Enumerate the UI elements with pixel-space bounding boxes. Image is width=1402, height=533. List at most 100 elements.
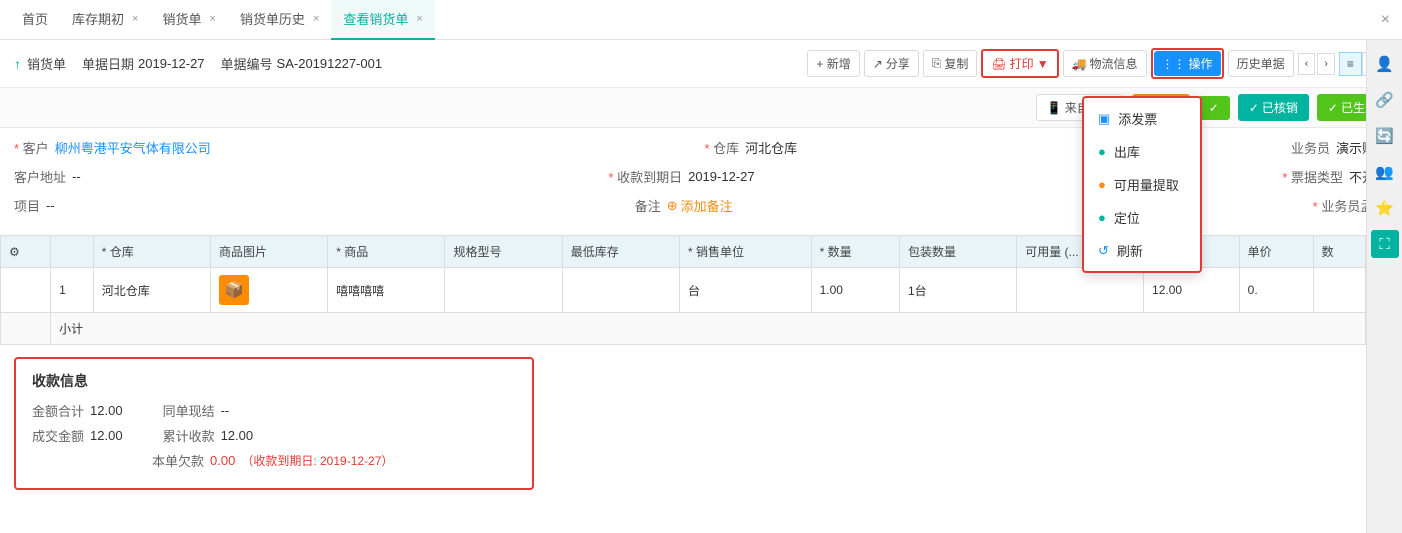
tab-inventory-close[interactable]: × bbox=[132, 13, 138, 25]
total-amount-label: 金额合计 bbox=[32, 401, 84, 420]
operation-dropdown: ▣ 添发票 ● 出库 ● 可用量提取 ● 定位 ↺ 刷新 bbox=[1082, 96, 1202, 273]
customer-addr-value: -- bbox=[72, 169, 81, 184]
refresh-icon: ↺ bbox=[1098, 243, 1109, 259]
tab-home[interactable]: 首页 bbox=[10, 0, 60, 40]
tab-bar: 首页 库存期初 × 销货单 × 销货单历史 × 查看销货单 × × bbox=[0, 0, 1402, 40]
verified-icon: ✓ bbox=[1249, 101, 1259, 115]
print-button[interactable]: 🖨 打印 ▼ bbox=[981, 49, 1058, 78]
sidebar-star-icon[interactable]: ⭐ bbox=[1371, 194, 1399, 222]
doc-type-label: 销货单 bbox=[27, 54, 66, 73]
payment-row-1: 金额合计 12.00 同单现结 -- bbox=[32, 401, 516, 420]
transaction-amount-label: 成交金额 bbox=[32, 426, 84, 445]
wuliu-button-label: 物流信息 bbox=[1090, 55, 1138, 72]
window-close-button[interactable]: × bbox=[1381, 11, 1390, 29]
current-receivable-value: 0.00 bbox=[210, 453, 235, 468]
sidebar-expand-icon[interactable]: ⛶ bbox=[1371, 230, 1399, 258]
caozuo-button[interactable]: ⋮⋮ 操作 bbox=[1154, 51, 1221, 76]
share-button[interactable]: ↗ 分享 bbox=[864, 50, 919, 77]
next-arrow[interactable]: › bbox=[1317, 53, 1335, 75]
same-order-item: 同单现结 -- bbox=[163, 401, 230, 420]
row-available-cell bbox=[1017, 268, 1144, 313]
refresh-item[interactable]: ↺ 刷新 bbox=[1084, 234, 1200, 267]
truck-icon: 🚚 bbox=[1072, 57, 1087, 71]
col-amount: 数 bbox=[1313, 236, 1365, 268]
ticket-type-label: 票据类型 bbox=[1282, 167, 1343, 186]
warehouse-field: 仓库 河北仓库 bbox=[704, 138, 797, 157]
project-field: 项目 -- bbox=[14, 196, 55, 215]
copy-icon: ⎘ bbox=[932, 56, 942, 71]
prev-arrow[interactable]: ‹ bbox=[1298, 53, 1316, 75]
tab-inventory[interactable]: 库存期初 × bbox=[60, 0, 150, 40]
outbound-item[interactable]: ● 出库 bbox=[1084, 135, 1200, 168]
bottom-info: 收款信息 金额合计 12.00 同单现结 -- 成交金额 12.00 累计收款 bbox=[0, 345, 1402, 502]
already-verified-button[interactable]: ✓ 已核销 bbox=[1238, 94, 1309, 121]
receivable-note: （收款到期日: 2019-12-27） bbox=[241, 452, 393, 469]
tab-view-sales[interactable]: 查看销货单 × bbox=[331, 0, 434, 40]
col-settings[interactable]: ⚙ bbox=[1, 236, 51, 268]
user-icon: 👥 bbox=[1375, 163, 1394, 181]
toolbar: + 新增 ↗ 分享 ⎘ 复制 🖨 打印 ▼ 🚚 物流信息 ⋮⋮ bbox=[807, 48, 1388, 79]
doc-title-section: ↑ 销货单 bbox=[14, 54, 66, 73]
cumulative-payment-item: 累计收款 12.00 bbox=[163, 426, 254, 445]
plus-icon: ⊕ bbox=[667, 198, 678, 214]
customer-value[interactable]: 柳州粤港平安气体有限公司 bbox=[55, 138, 211, 157]
checkmark-button[interactable]: ✓ bbox=[1198, 96, 1230, 120]
col-quantity: * 数量 bbox=[811, 236, 899, 268]
available-qty-label: 可用量提取 bbox=[1114, 175, 1179, 194]
col-product-img: 商品图片 bbox=[211, 236, 328, 268]
list-view-button[interactable]: ≡ bbox=[1339, 52, 1362, 76]
sidebar-link-icon[interactable]: 🔗 bbox=[1371, 86, 1399, 114]
available-qty-item[interactable]: ● 可用量提取 bbox=[1084, 168, 1200, 201]
new-button[interactable]: + 新增 bbox=[807, 50, 859, 77]
row-spec-cell bbox=[445, 268, 562, 313]
project-value: -- bbox=[46, 198, 55, 213]
add-note-button[interactable]: ⊕ 添加备注 bbox=[667, 196, 733, 215]
tab-sales-label: 销货单 bbox=[162, 9, 201, 28]
tab-sales-close[interactable]: × bbox=[209, 13, 215, 25]
sidebar-rotate-icon[interactable]: 🔄 bbox=[1371, 122, 1399, 150]
row-product-cell: 嘻嘻嘻嘻 bbox=[328, 268, 445, 313]
payment-card: 收款信息 金额合计 12.00 同单现结 -- 成交金额 12.00 累计收款 bbox=[14, 357, 534, 490]
copy-button[interactable]: ⎘ 复制 bbox=[923, 50, 978, 77]
sales-order-icon: ↑ bbox=[14, 56, 21, 72]
note-label: 备注 bbox=[635, 196, 661, 215]
tab-sales-history[interactable]: 销货单历史 × bbox=[228, 0, 331, 40]
already-verified-label: 已核销 bbox=[1262, 99, 1298, 116]
print-button-label: 打印 bbox=[1010, 55, 1034, 72]
col-product: * 商品 bbox=[328, 236, 445, 268]
current-receivable-item: 本单欠款 0.00 （收款到期日: 2019-12-27） bbox=[152, 451, 393, 470]
available-qty-icon: ● bbox=[1098, 177, 1106, 192]
total-amount-value: 12.00 bbox=[90, 403, 123, 418]
payment-title: 收款信息 bbox=[32, 371, 516, 391]
row-amount-cell bbox=[1313, 268, 1365, 313]
row-num-cell: 1 bbox=[51, 268, 94, 313]
contacts-icon: 👤 bbox=[1375, 55, 1394, 73]
tab-view-sales-close[interactable]: × bbox=[416, 13, 422, 25]
share-icon: ↗ bbox=[873, 57, 883, 71]
sidebar-contacts-icon[interactable]: 👤 bbox=[1371, 50, 1399, 78]
lishi-button-label: 历史单据 bbox=[1237, 55, 1285, 72]
add-invoice-item[interactable]: ▣ 添发票 bbox=[1084, 102, 1200, 135]
doc-date-label: 单据日期 bbox=[82, 54, 134, 73]
locate-item[interactable]: ● 定位 bbox=[1084, 201, 1200, 234]
effective-icon: ✓ bbox=[1328, 101, 1338, 115]
rotate-icon: 🔄 bbox=[1375, 127, 1394, 145]
transaction-amount-value: 12.00 bbox=[90, 428, 123, 443]
caozuo-button-label: 操作 bbox=[1189, 55, 1213, 72]
row-pack-qty-cell: 1台 bbox=[899, 268, 1016, 313]
tab-sales[interactable]: 销货单 × bbox=[150, 0, 227, 40]
phone-icon: 📱 bbox=[1047, 101, 1062, 115]
add-note-label: 添加备注 bbox=[681, 196, 733, 215]
doc-number-value: SA-20191227-001 bbox=[277, 56, 383, 71]
doc-header: ↑ 销货单 单据日期 2019-12-27 单据编号 SA-20191227-0… bbox=[0, 40, 1402, 88]
payment-date-field: 收款到期日 2019-12-27 bbox=[608, 167, 754, 186]
right-sidebar: 👤 🔗 🔄 👥 ⭐ ⛶ bbox=[1366, 40, 1402, 533]
sidebar-user-icon[interactable]: 👥 bbox=[1371, 158, 1399, 186]
tab-sales-history-close[interactable]: × bbox=[313, 13, 319, 25]
lishi-button[interactable]: 历史单据 bbox=[1228, 50, 1294, 77]
wuliu-button[interactable]: 🚚 物流信息 bbox=[1063, 50, 1147, 77]
outbound-label: 出库 bbox=[1114, 142, 1140, 161]
customer-addr-field: 客户地址 -- bbox=[14, 167, 81, 186]
current-receivable-label: 本单欠款 bbox=[152, 451, 204, 470]
add-invoice-label: 添发票 bbox=[1118, 109, 1157, 128]
